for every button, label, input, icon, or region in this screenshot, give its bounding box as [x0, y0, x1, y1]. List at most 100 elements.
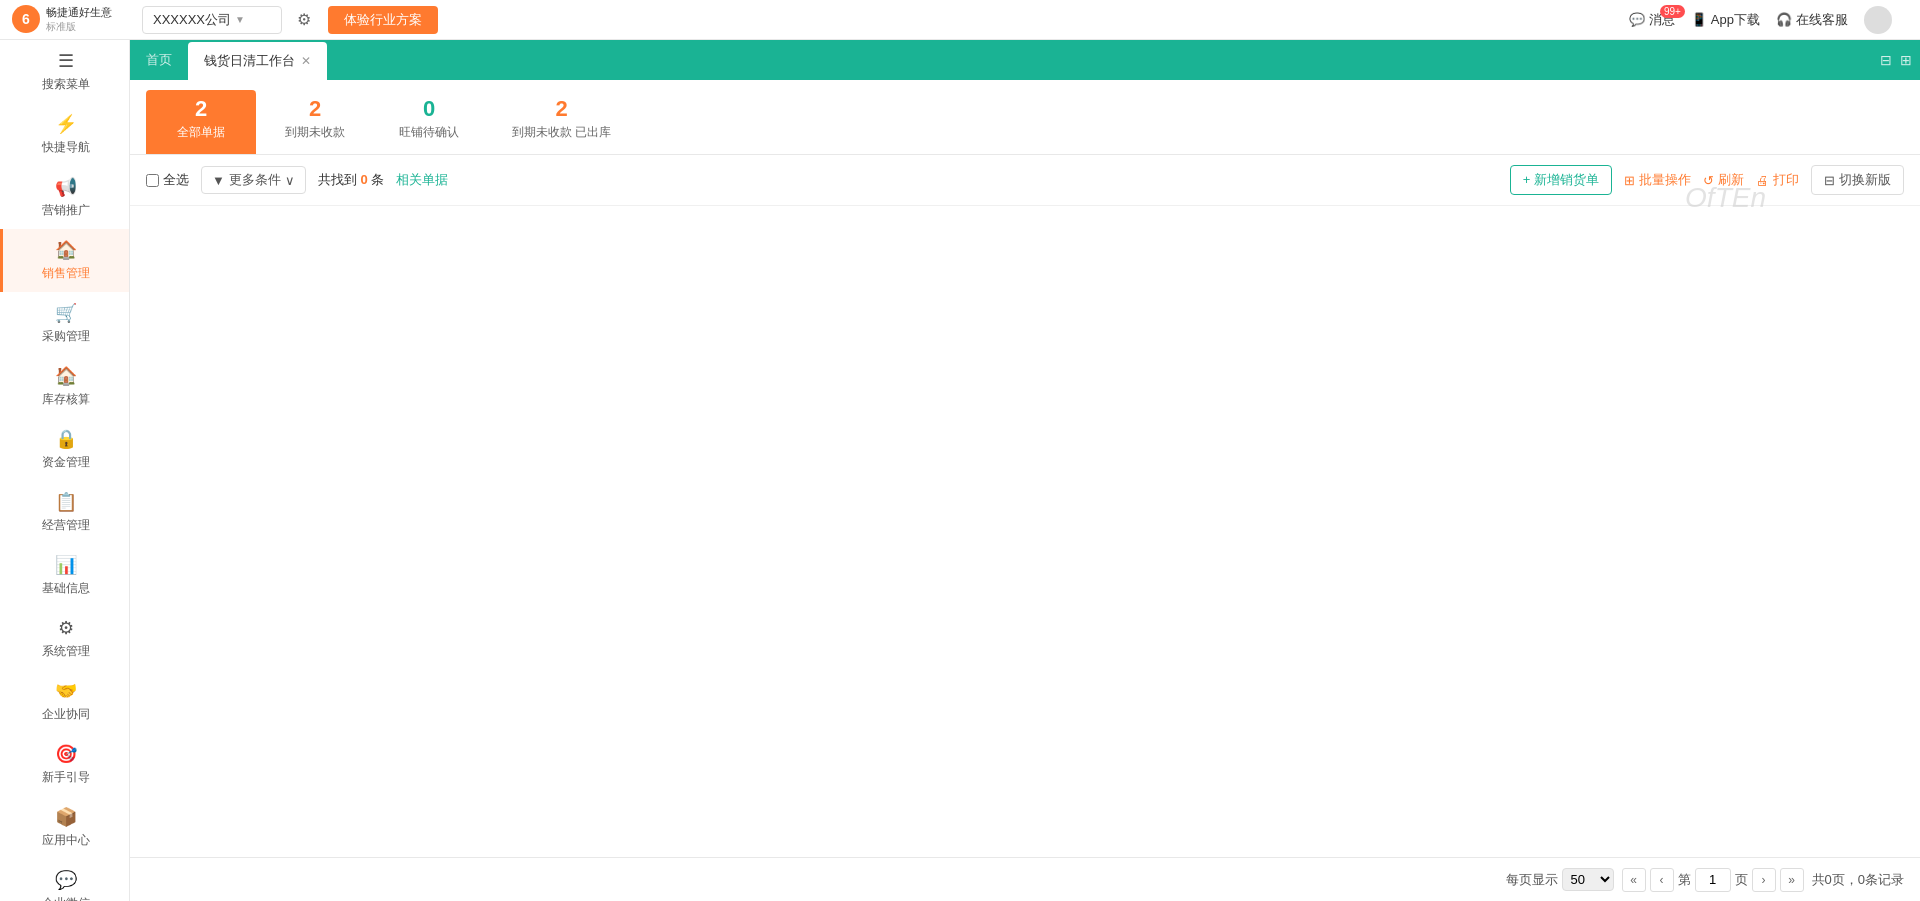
switch-version-button[interactable]: ⊟ 切换新版 [1811, 165, 1904, 195]
topbar-right: 💬 消息 99+ 📱 App下载 🎧 在线客服 [1629, 6, 1908, 34]
filter-label: 更多条件 [229, 171, 281, 189]
stat-tab-pending[interactable]: 0 旺铺待确认 [374, 90, 484, 154]
sidebar-cooperation-label: 企业协同 [42, 706, 90, 723]
settings-button[interactable]: ⚙ [290, 6, 318, 34]
stat-num-all: 2 [195, 98, 207, 120]
add-sales-order-button[interactable]: + 新增销货单 [1510, 165, 1612, 195]
company-dropdown-arrow: ▼ [235, 14, 245, 25]
tab-maximize-icon[interactable]: ⊞ [1900, 52, 1912, 68]
sidebar-quick-label: 快捷导航 [42, 139, 90, 156]
sidebar-item-marketing[interactable]: 📢 营销推广 [0, 166, 129, 229]
basic-icon: 📊 [55, 554, 77, 576]
sidebar-item-purchase[interactable]: 🛒 采购管理 [0, 292, 129, 355]
print-label: 打印 [1773, 171, 1799, 189]
operation-icon: 📋 [55, 491, 77, 513]
sales-icon: 🏠 [55, 239, 77, 261]
sidebar: ☰ 搜索菜单 ⚡ 快捷导航 📢 营销推广 🏠 销售管理 🛒 采购管理 🏠 库存核… [0, 40, 130, 901]
total-records-text: 共0页，0条记录 [1812, 871, 1904, 889]
select-all-label: 全选 [163, 171, 189, 189]
select-all-checkbox[interactable]: 全选 [146, 171, 189, 189]
stat-num-shipped: 2 [556, 98, 568, 120]
pagination-bar: 每页显示 20 50 100 « ‹ 第 页 › » 共0页，0条记录 [130, 857, 1920, 901]
quick-nav-icon: ⚡ [55, 113, 77, 135]
user-avatar[interactable] [1864, 6, 1892, 34]
refresh-label: 刷新 [1718, 171, 1744, 189]
filter-button[interactable]: ▼ 更多条件 ∨ [201, 166, 306, 194]
stat-label-all: 全部单据 [177, 124, 225, 141]
company-selector[interactable]: XXXXXX公司 ▼ [142, 6, 282, 34]
search-menu-icon: ☰ [58, 50, 74, 72]
appstore-icon: 📦 [55, 806, 77, 828]
sidebar-operation-label: 经营管理 [42, 517, 90, 534]
refresh-button[interactable]: ↺ 刷新 [1703, 171, 1744, 189]
sidebar-item-quick[interactable]: ⚡ 快捷导航 [0, 103, 129, 166]
purchase-icon: 🛒 [55, 302, 77, 324]
app-download-button[interactable]: 📱 App下载 [1691, 11, 1760, 29]
print-button[interactable]: 🖨 打印 [1756, 171, 1799, 189]
found-prefix: 共找到 [318, 172, 357, 187]
sidebar-item-search[interactable]: ☰ 搜索菜单 [0, 40, 129, 103]
last-page-button[interactable]: » [1780, 868, 1804, 892]
page-prefix: 第 [1678, 871, 1691, 889]
found-unit: 条 [371, 172, 384, 187]
switch-icon: ⊟ [1824, 173, 1835, 188]
sidebar-item-inventory[interactable]: 🏠 库存核算 [0, 355, 129, 418]
try-industry-button[interactable]: 体验行业方案 [328, 6, 438, 34]
online-service-label: 在线客服 [1796, 11, 1848, 29]
found-count: 0 [361, 172, 368, 187]
sidebar-item-cooperation[interactable]: 🤝 企业协同 [0, 670, 129, 733]
prev-page-button[interactable]: ‹ [1650, 868, 1674, 892]
sidebar-marketing-label: 营销推广 [42, 202, 90, 219]
sidebar-guide-label: 新手引导 [42, 769, 90, 786]
next-page-button[interactable]: › [1752, 868, 1776, 892]
sidebar-item-appstore[interactable]: 📦 应用中心 [0, 796, 129, 859]
select-all-input[interactable] [146, 174, 159, 187]
wechat-icon: 💬 [55, 869, 77, 891]
tab-bar-actions: ⊟ ⊞ [1880, 52, 1920, 68]
batch-icon: ⊞ [1624, 173, 1635, 188]
per-page-label: 每页显示 [1506, 871, 1558, 889]
stat-tab-all[interactable]: 2 全部单据 [146, 90, 256, 154]
tab-cash-workbench[interactable]: 钱货日清工作台 ✕ [188, 42, 327, 80]
stat-tab-shipped[interactable]: 2 到期未收款 已出库 [488, 90, 635, 154]
page-suffix: 页 [1735, 871, 1748, 889]
sidebar-item-basic[interactable]: 📊 基础信息 [0, 544, 129, 607]
finance-icon: 🔒 [55, 428, 77, 450]
sidebar-basic-label: 基础信息 [42, 580, 90, 597]
stat-tab-overdue[interactable]: 2 到期未收款 [260, 90, 370, 154]
page-number-input[interactable] [1695, 868, 1731, 892]
switch-label: 切换新版 [1839, 171, 1891, 189]
message-icon: 💬 [1629, 12, 1645, 27]
stat-num-pending: 0 [423, 98, 435, 120]
filter-icon: ▼ [212, 173, 225, 188]
sidebar-item-operation[interactable]: 📋 经营管理 [0, 481, 129, 544]
sidebar-item-sales[interactable]: 🏠 销售管理 [0, 229, 129, 292]
online-service-button[interactable]: 🎧 在线客服 [1776, 11, 1848, 29]
app-download-label: App下载 [1711, 11, 1760, 29]
message-badge: 99+ [1660, 5, 1685, 18]
found-text: 共找到 0 条 [318, 171, 384, 189]
sidebar-item-guide[interactable]: 🎯 新手引导 [0, 733, 129, 796]
sidebar-purchase-label: 采购管理 [42, 328, 90, 345]
sidebar-inventory-label: 库存核算 [42, 391, 90, 408]
headset-icon: 🎧 [1776, 12, 1792, 27]
sidebar-item-finance[interactable]: 🔒 资金管理 [0, 418, 129, 481]
sidebar-item-system[interactable]: ⚙ 系统管理 [0, 607, 129, 670]
sidebar-item-wechat[interactable]: 💬 企业微信 [0, 859, 129, 901]
first-page-button[interactable]: « [1622, 868, 1646, 892]
tab-home[interactable]: 首页 [130, 40, 188, 80]
tab-minimize-icon[interactable]: ⊟ [1880, 52, 1892, 68]
batch-operation-button[interactable]: ⊞ 批量操作 [1624, 171, 1691, 189]
message-button[interactable]: 💬 消息 99+ [1629, 11, 1675, 29]
stat-label-pending: 旺铺待确认 [399, 124, 459, 141]
cooperation-icon: 🤝 [55, 680, 77, 702]
stat-num-overdue: 2 [309, 98, 321, 120]
tab-home-label: 首页 [146, 51, 172, 69]
per-page-dropdown[interactable]: 20 50 100 [1562, 868, 1614, 891]
main-layout: ☰ 搜索菜单 ⚡ 快捷导航 📢 营销推广 🏠 销售管理 🛒 采购管理 🏠 库存核… [0, 40, 1920, 901]
tab-close-icon[interactable]: ✕ [301, 54, 311, 68]
app-name: 畅捷通好生意 [46, 5, 112, 19]
content-area: 首页 钱货日清工作台 ✕ ⊟ ⊞ 2 全部单据 2 到期未收款 [130, 40, 1920, 901]
table-area [130, 206, 1920, 857]
related-orders-link[interactable]: 相关单据 [396, 171, 448, 189]
